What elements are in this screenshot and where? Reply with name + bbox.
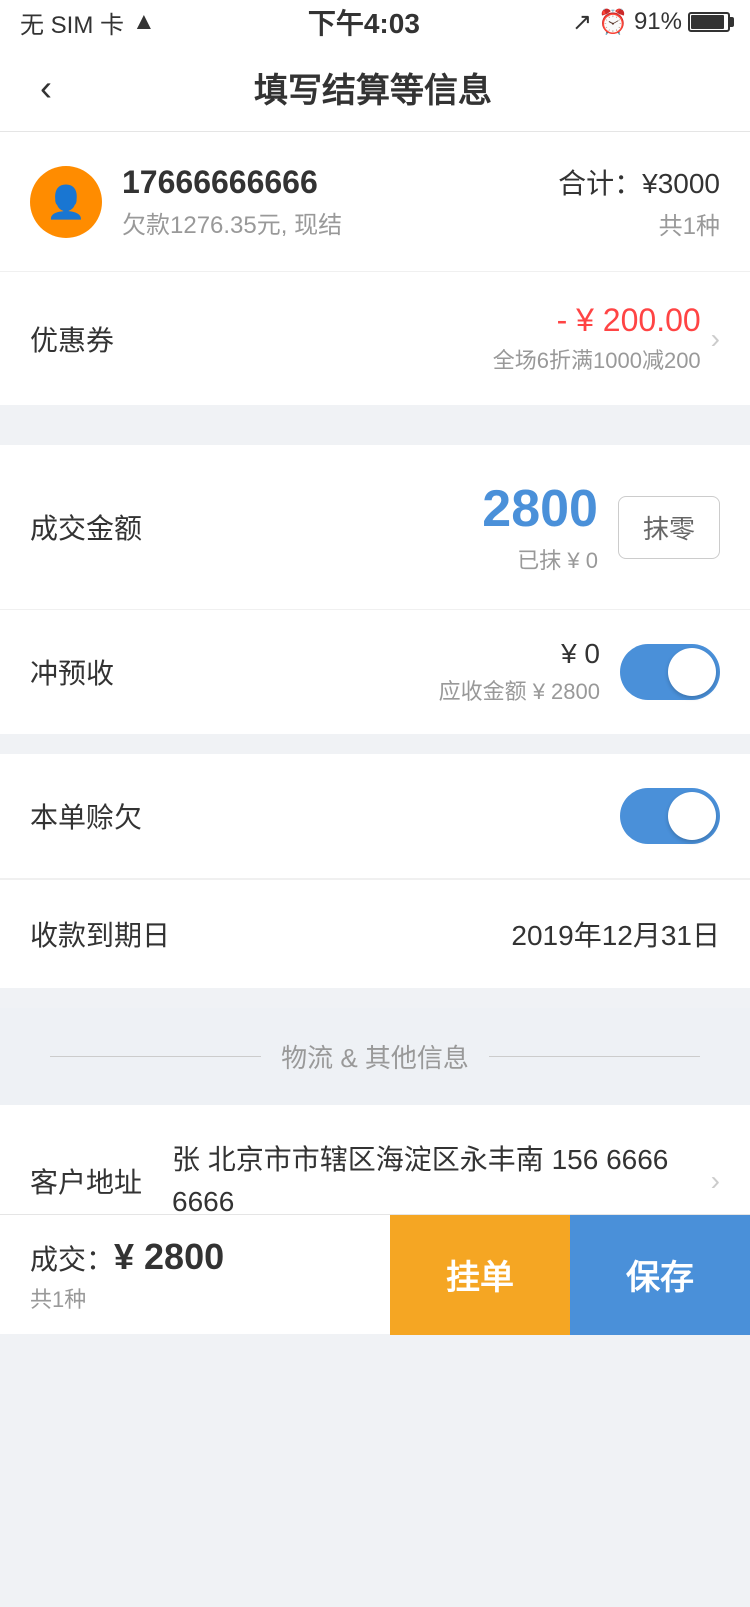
address-value: 张 北京市市辖区海淀区永丰南 156 6666 6666 [172, 1139, 701, 1223]
deal-amount-value: 2800 已抹 ¥ 0 抹零 [142, 479, 720, 575]
debt-toggle-knob [668, 792, 716, 840]
avatar: 👤 [30, 166, 102, 238]
deal-amount-sub: 已抹 ¥ 0 [482, 543, 598, 575]
round-zero-button[interactable]: 抹零 [618, 496, 720, 559]
total-label: 合计： [558, 168, 642, 199]
bottom-bar: 成交：¥ 2800 共1种 挂单 保存 [0, 1214, 750, 1334]
debt-row: 本单赊欠 [0, 754, 750, 879]
prepay-amount: ¥ 0 [439, 638, 600, 670]
gps-icon: ↗ [572, 8, 592, 37]
status-bar: 无 SIM 卡 ▲ 下午4:03 ↗ ⏰ 91% [0, 0, 750, 44]
address-label: 客户地址 [30, 1161, 142, 1201]
battery-icon [688, 12, 730, 32]
status-right: ↗ ⏰ 91% [572, 8, 730, 37]
divider-3 [0, 988, 750, 1008]
coupon-label: 优惠券 [30, 319, 493, 359]
status-time: 下午4:03 [308, 2, 420, 42]
prepay-row: 冲预收 ¥ 0 应收金额 ¥ 2800 [0, 610, 750, 734]
status-left: 无 SIM 卡 ▲ [20, 5, 156, 40]
save-button[interactable]: 保存 [570, 1215, 750, 1335]
bottom-deal-amount: ¥ 2800 [114, 1236, 224, 1277]
customer-section: 👤 17666666666 欠款1276.35元, 现结 合计：¥3000 共1… [0, 132, 750, 405]
avatar-icon: 👤 [46, 183, 86, 221]
back-button[interactable]: ‹ [30, 57, 62, 119]
deal-amount-number: 2800 [482, 479, 598, 539]
bottom-deal-label: 成交： [30, 1244, 114, 1275]
customer-total: 合计：¥3000 共1种 [558, 162, 720, 241]
alarm-icon: ⏰ [598, 8, 628, 37]
chevron-right-icon: › [711, 323, 720, 355]
divider-1 [0, 425, 750, 445]
debt-section: 本单赊欠 收款到期日 2019年12月31日 [0, 754, 750, 988]
carrier-text: 无 SIM 卡 [20, 5, 124, 40]
battery-percent: 91% [634, 8, 682, 36]
customer-subtext: 欠款1276.35元, 现结 [122, 205, 558, 240]
debt-toggle-wrapper [142, 788, 720, 844]
customer-info: 17666666666 欠款1276.35元, 现结 [122, 164, 558, 240]
pending-button[interactable]: 挂单 [390, 1215, 570, 1335]
bottom-summary: 成交：¥ 2800 共1种 [0, 1236, 390, 1314]
debt-label: 本单赊欠 [30, 796, 142, 836]
divider-line-left [50, 1056, 261, 1057]
prepay-label: 冲预收 [30, 652, 439, 692]
prepay-toggle[interactable] [620, 644, 720, 700]
toggle-knob [668, 648, 716, 696]
due-date-label: 收款到期日 [30, 914, 511, 954]
total-count: 共1种 [558, 206, 720, 241]
coupon-desc: 全场6折满1000减200 [493, 343, 701, 375]
deal-amount-row: 成交金额 2800 已抹 ¥ 0 抹零 [0, 445, 750, 610]
deal-amount-section: 成交金额 2800 已抹 ¥ 0 抹零 冲预收 ¥ 0 应收金额 ¥ 2800 [0, 445, 750, 734]
due-date-row: 收款到期日 2019年12月31日 [0, 879, 750, 988]
bottom-deal-row: 成交：¥ 2800 [30, 1236, 360, 1278]
due-date-value: 2019年12月31日 [511, 914, 720, 954]
coupon-discount: - ¥ 200.00 [493, 302, 701, 339]
deal-amount-label: 成交金额 [30, 507, 142, 547]
page-title: 填写结算等信息 [82, 63, 664, 112]
logistics-divider: 物流 & 其他信息 [0, 1008, 750, 1105]
address-chevron-icon: › [711, 1165, 720, 1197]
logistics-text: 物流 & 其他信息 [261, 1038, 489, 1075]
debt-toggle[interactable] [620, 788, 720, 844]
prepay-sub: 应收金额 ¥ 2800 [439, 674, 600, 706]
coupon-right: - ¥ 200.00 全场6折满1000减200 [493, 302, 701, 375]
bottom-count: 共1种 [30, 1282, 360, 1314]
coupon-row[interactable]: 优惠券 - ¥ 200.00 全场6折满1000减200 › [0, 271, 750, 405]
divider-2 [0, 734, 750, 754]
customer-row: 👤 17666666666 欠款1276.35元, 现结 合计：¥3000 共1… [0, 132, 750, 271]
wifi-icon: ▲ [132, 8, 156, 36]
prepay-right: ¥ 0 应收金额 ¥ 2800 [439, 638, 600, 706]
customer-phone: 17666666666 [122, 164, 558, 201]
nav-bar: ‹ 填写结算等信息 [0, 44, 750, 132]
total-value: ¥3000 [642, 168, 720, 199]
total-amount: 合计：¥3000 [558, 162, 720, 202]
divider-line-right [489, 1056, 700, 1057]
